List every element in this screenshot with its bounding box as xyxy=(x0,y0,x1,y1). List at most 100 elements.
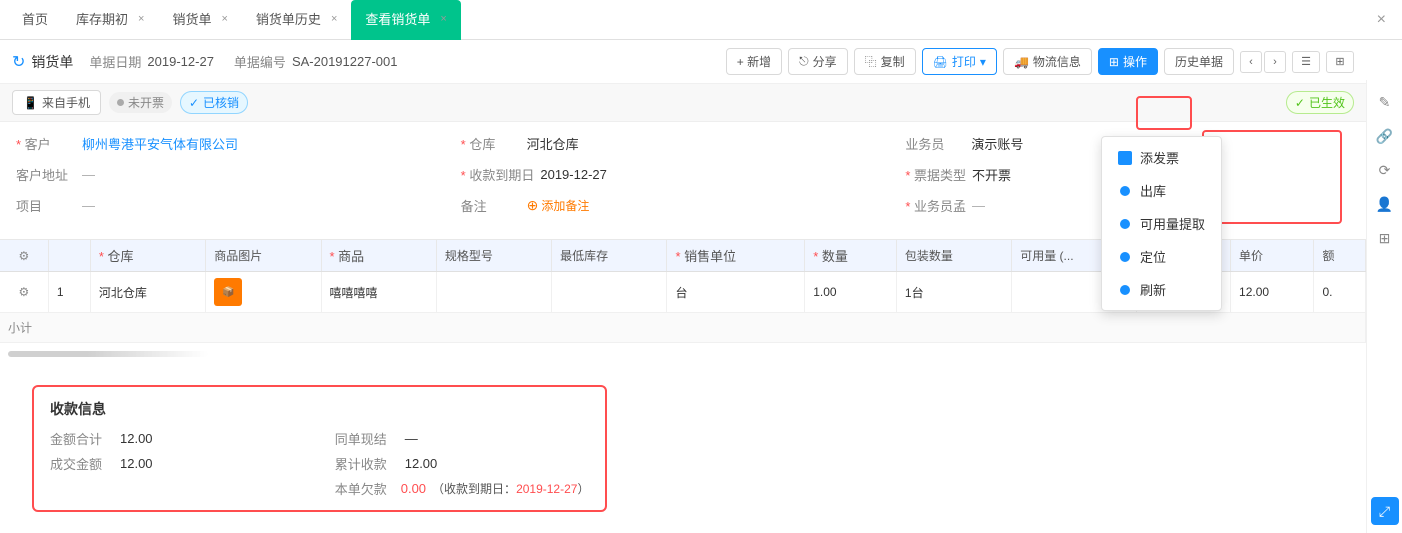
confirm-status-badge: ✓ 已核销 xyxy=(180,91,248,114)
menu-available-qty[interactable]: 可用量提取 xyxy=(1102,207,1221,240)
row-quantity: 1.00 xyxy=(805,272,897,313)
same-bill-label: 同单现结 xyxy=(335,429,395,448)
row-spec xyxy=(436,272,551,313)
print-dropdown-arrow: ▾ xyxy=(980,55,986,69)
logistics-button[interactable]: 🚚 物流信息 xyxy=(1003,48,1092,75)
ticket-type-value: 不开票 xyxy=(972,165,1011,184)
project-value: — xyxy=(82,198,95,213)
subtotal-row: 小计 xyxy=(0,313,1366,343)
doc-meta: 单据日期 2019-12-27 单据编号 SA-20191227-001 xyxy=(89,52,397,71)
project-field: 项目 — xyxy=(16,196,461,215)
summary-grid: 金额合计 12.00 同单现结 — 成交金额 12.00 累计收款 xyxy=(50,429,589,498)
user-side-icon[interactable]: 👤 xyxy=(1371,190,1399,218)
prev-arrow[interactable]: ‹ xyxy=(1240,51,1262,73)
menu-outbound[interactable]: 出库 xyxy=(1102,174,1221,207)
table-side-icon[interactable]: ⊞ xyxy=(1371,224,1399,252)
operations-icon: ⊞ xyxy=(1109,55,1119,69)
cumulative-receipt-value: 12.00 xyxy=(405,456,438,471)
clerk-value: 演示账号 xyxy=(971,134,1023,153)
menu-locate[interactable]: 定位 xyxy=(1102,240,1221,273)
address-value: — xyxy=(82,167,95,182)
doc-no-value: SA-20191227-001 xyxy=(292,54,398,69)
next-arrow[interactable]: › xyxy=(1264,51,1286,73)
nav-arrows: ‹ › xyxy=(1240,51,1286,73)
row-amount: 0. xyxy=(1314,272,1366,313)
scroll-hint xyxy=(8,351,208,357)
invoice-status-badge: 未开票 xyxy=(109,92,172,113)
tab-history-close[interactable]: × xyxy=(331,13,337,25)
doc-date-label: 单据日期 xyxy=(89,52,141,71)
print-icon: 🖨 xyxy=(933,55,948,69)
logistics-icon: 🚚 xyxy=(1014,55,1029,69)
cumulative-receipt-row: 累计收款 12.00 xyxy=(335,454,590,473)
tab-sales[interactable]: 销货单 × xyxy=(158,0,241,40)
row-warehouse: 河北仓库 xyxy=(90,272,205,313)
current-arrears-value: 0.00 xyxy=(401,481,426,496)
operations-button[interactable]: ⊞ 操作 xyxy=(1098,48,1158,75)
payment-date-label: 收款到期日 xyxy=(461,165,535,184)
doc-title: 销货单 xyxy=(31,52,73,72)
confirm-icon: ✓ xyxy=(189,96,199,110)
print-button[interactable]: 🖨 打印 ▾ xyxy=(922,48,997,75)
warehouse-field: 仓库 河北仓库 xyxy=(461,134,906,153)
due-date-text: （收款到期日：2019-12-27） xyxy=(432,480,589,497)
refresh-side-icon[interactable]: ⟳ xyxy=(1371,156,1399,184)
add-invoice-icon xyxy=(1118,151,1132,165)
row-gear[interactable]: ⚙ xyxy=(0,272,48,313)
col-unit-price: 单价 xyxy=(1231,240,1314,272)
col-gear: ⚙ xyxy=(0,240,48,272)
menu-add-invoice[interactable]: 添发票 xyxy=(1102,141,1221,174)
effective-status-badge: ✓ 已生效 xyxy=(1286,91,1354,114)
available-qty-icon xyxy=(1120,219,1130,229)
tab-inventory-close[interactable]: × xyxy=(138,13,144,25)
doc-icon: ↻ xyxy=(12,52,25,72)
edit-side-icon[interactable]: ✎ xyxy=(1371,88,1399,116)
tab-bar-close[interactable]: × xyxy=(1369,11,1394,29)
tab-sales-history[interactable]: 销货单历史 × xyxy=(242,0,351,40)
tab-sales-close[interactable]: × xyxy=(221,13,227,25)
effective-icon: ✓ xyxy=(1295,96,1305,110)
view-toggle-list[interactable]: ☰ xyxy=(1292,51,1320,73)
customer-label: 客户 xyxy=(16,134,76,153)
subtotal-label: 小计 xyxy=(0,313,1366,343)
payment-date-value: 2019-12-27 xyxy=(540,167,607,182)
share-button[interactable]: ⎋ 分享 xyxy=(788,48,848,75)
transaction-amount-row: 成交金额 12.00 xyxy=(50,454,305,473)
tab-inventory[interactable]: 库存期初 × xyxy=(62,0,158,40)
row-min-stock xyxy=(552,272,667,313)
history-button[interactable]: 历史单据 xyxy=(1164,48,1234,75)
warehouse-label: 仓库 xyxy=(461,134,521,153)
menu-refresh[interactable]: 刷新 xyxy=(1102,273,1221,306)
side-icons: ✎ 🔗 ⟳ 👤 ⊞ ⤢ xyxy=(1366,80,1402,533)
note-field: 备注 ⊕ 添加备注 xyxy=(461,196,906,215)
expand-side-icon[interactable]: ⤢ xyxy=(1371,497,1399,525)
refresh-icon xyxy=(1120,285,1130,295)
view-toggle-grid[interactable]: ⊞ xyxy=(1326,51,1354,73)
tab-home[interactable]: 首页 xyxy=(8,0,62,40)
plus-icon: ⊕ xyxy=(527,197,539,214)
doc-no-item: 单据编号 SA-20191227-001 xyxy=(234,52,398,71)
doc-date-value: 2019-12-27 xyxy=(147,54,214,69)
row-pack-qty: 1台 xyxy=(896,272,1011,313)
add-note-button[interactable]: ⊕ 添加备注 xyxy=(527,197,590,214)
new-button[interactable]: + 新增 xyxy=(726,48,782,75)
clerk2-value: — xyxy=(972,198,985,213)
customer-value[interactable]: 柳州粤港平安气体有限公司 xyxy=(82,134,238,153)
same-bill-row: 同单现结 — xyxy=(335,429,590,448)
from-phone-button[interactable]: 📱 来自手机 xyxy=(12,90,101,115)
tab-view-sales[interactable]: 查看销货单 × xyxy=(351,0,460,40)
col-spec: 规格型号 xyxy=(436,240,551,272)
link-side-icon[interactable]: 🔗 xyxy=(1371,122,1399,150)
row-unit-price: 12.00 xyxy=(1231,272,1314,313)
total-amount-value: 12.00 xyxy=(120,431,153,446)
copy-button[interactable]: ⿻ 复制 xyxy=(854,48,916,75)
doc-title-area: ↻ 销货单 xyxy=(12,52,73,72)
tab-view-sales-close[interactable]: × xyxy=(440,13,446,25)
action-bar: 📱 来自手机 未开票 ✓ 已核销 ✓ 已生效 xyxy=(0,84,1366,122)
summary-box: 收款信息 金额合计 12.00 同单现结 — 成交金额 12.00 xyxy=(32,385,607,512)
col-product-img: 商品图片 xyxy=(206,240,321,272)
doc-date-item: 单据日期 2019-12-27 xyxy=(89,52,214,71)
summary-title: 收款信息 xyxy=(50,399,589,419)
clerk2-label: 业务员孟 xyxy=(905,196,966,215)
cumulative-receipt-label: 累计收款 xyxy=(335,454,395,473)
